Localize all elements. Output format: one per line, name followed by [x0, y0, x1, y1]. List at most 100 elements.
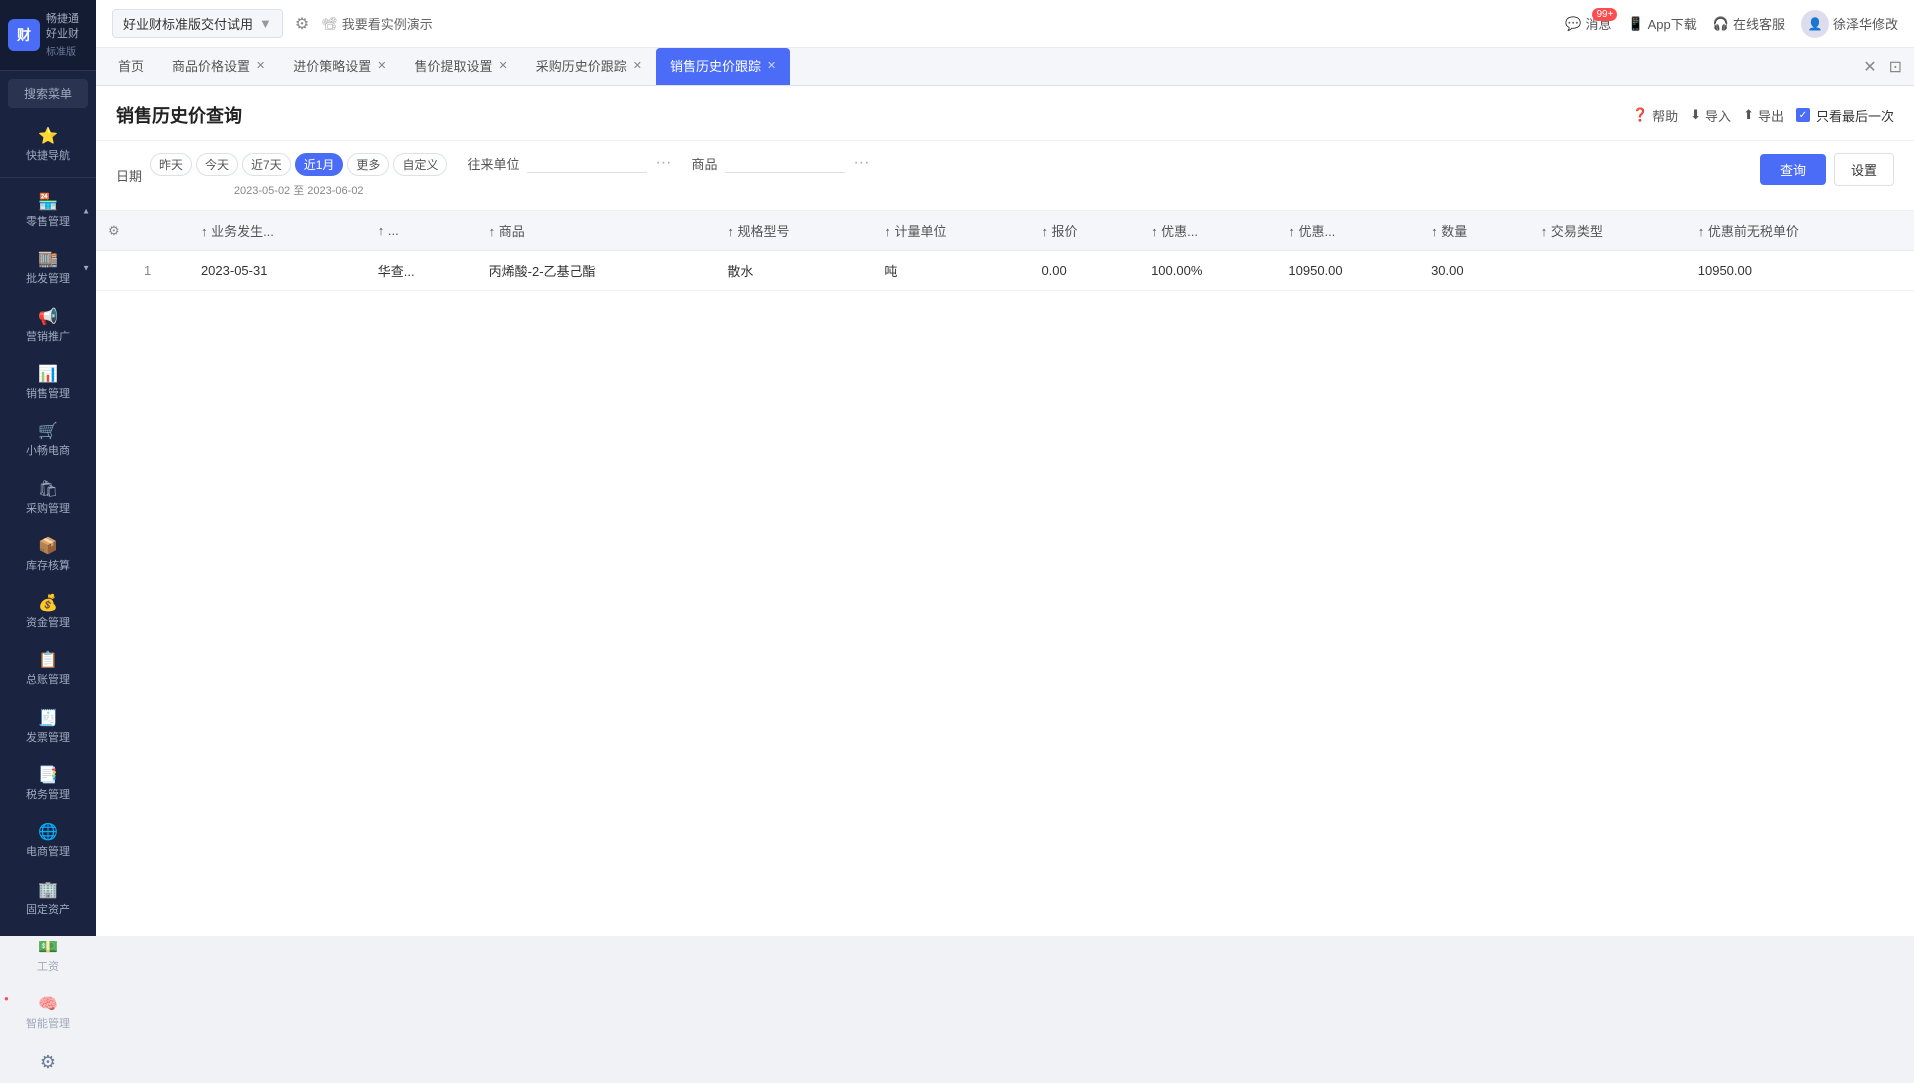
version-selector[interactable]: 好业财标准版交付试用 ▼	[112, 9, 283, 38]
sidebar-settings-button[interactable]: ⚙	[0, 1042, 96, 1083]
source-unit-input[interactable]	[527, 153, 647, 173]
online-service-button[interactable]: 🎧 在线客服	[1713, 14, 1785, 33]
data-table: ⚙ ↑ 业务发生... ↑ ... ↑ 商品 ↑ 规格	[96, 211, 1914, 291]
only-last-checkbox-wrap[interactable]: ✓ 只看最后一次	[1796, 106, 1894, 125]
sidebar-item-sales[interactable]: 📊 销售管理	[0, 354, 96, 411]
only-last-checkbox[interactable]: ✓	[1796, 108, 1810, 122]
th-trade-type[interactable]: ↑ 交易类型	[1529, 211, 1686, 251]
tab-home-label: 首页	[118, 56, 144, 75]
th-quantity[interactable]: ↑ 数量	[1419, 211, 1529, 251]
sales-label: 销售管理	[26, 387, 70, 401]
demo-button[interactable]: 📽 我要看实例演示	[321, 14, 433, 33]
messages-button[interactable]: 💬 消息 99+	[1565, 14, 1611, 33]
export-button[interactable]: ⬆ 导出	[1743, 106, 1784, 125]
th-spec[interactable]: ↑ 规格型号	[715, 211, 872, 251]
settings-icon: ⚙	[40, 1052, 56, 1073]
main-area: 好业财标准版交付试用 ▼ ⚙ 📽 我要看实例演示 💬 消息 99+ 📱 App下…	[96, 0, 1914, 936]
tab-sales-history-label: 销售历史价跟踪	[670, 56, 761, 75]
th-spec-label: ↑ 规格型号	[727, 224, 789, 239]
tab-price-extract-close[interactable]: ✕	[499, 59, 508, 72]
tab-purchase-history[interactable]: 采购历史价跟踪 ✕	[522, 48, 656, 85]
th-discount-amt[interactable]: ↑ 优惠...	[1276, 211, 1419, 251]
sidebar-divider-1	[0, 177, 96, 178]
date-btn-custom[interactable]: 自定义	[393, 153, 447, 176]
cell-business-date: 2023-05-31	[189, 251, 366, 291]
sidebar-item-retail[interactable]: 🏪 零售管理	[0, 182, 96, 239]
sidebar-item-smart[interactable]: 🧠 智能管理	[0, 984, 96, 1041]
date-btn-7days[interactable]: 近7天	[242, 153, 291, 176]
tab-product-price[interactable]: 商品价格设置 ✕	[158, 48, 279, 85]
cell-quantity: 30.00	[1419, 251, 1529, 291]
th-business-date[interactable]: ↑ 业务发生...	[189, 211, 366, 251]
sidebar-item-finance[interactable]: 💰 资金管理	[0, 583, 96, 640]
source-unit-label: 往来单位	[467, 154, 519, 173]
product-input[interactable]	[725, 153, 845, 173]
tab-expand-button[interactable]: ⊡	[1885, 53, 1906, 81]
logo-sub: 标准版	[46, 43, 88, 58]
tab-price-extract[interactable]: 售价提取设置 ✕	[400, 48, 521, 85]
marketing-label: 营销推广	[26, 330, 70, 344]
date-btn-today[interactable]: 今天	[196, 153, 238, 176]
date-btn-yesterday[interactable]: 昨天	[150, 153, 192, 176]
filter-actions: 查询 设置	[1760, 153, 1894, 186]
tab-purchase-strategy[interactable]: 进价策略设置 ✕	[279, 48, 400, 85]
th-discount-pct[interactable]: ↑ 优惠...	[1139, 211, 1276, 251]
source-unit-filter-group: 往来单位 ···	[467, 153, 671, 173]
fixed-assets-icon: 🏢	[38, 880, 58, 900]
th-price[interactable]: ↑ 报价	[1029, 211, 1139, 251]
tab-purchase-history-close[interactable]: ✕	[633, 59, 642, 72]
sidebar-item-tax[interactable]: 📑 税务管理	[0, 755, 96, 812]
retail-icon: 🏪	[38, 192, 58, 212]
date-btn-more[interactable]: 更多	[347, 153, 389, 176]
sidebar-item-invoice[interactable]: 🧾 发票管理	[0, 698, 96, 755]
tab-home[interactable]: 首页	[104, 48, 158, 85]
settings-button[interactable]: 设置	[1834, 153, 1894, 186]
smart-label: 智能管理	[26, 1017, 70, 1031]
app-download-button[interactable]: 📱 App下载	[1627, 14, 1696, 33]
th-more[interactable]: ↑ ...	[366, 211, 477, 251]
accounting-icon: 📋	[38, 650, 58, 670]
search-menu-button[interactable]: 搜索菜单	[8, 79, 88, 108]
th-gear: ⚙	[96, 211, 132, 251]
tab-purchase-strategy-close[interactable]: ✕	[377, 59, 386, 72]
sidebar-item-ecommerce[interactable]: 🌐 电商管理	[0, 812, 96, 869]
cell-unit: 吨	[872, 251, 1029, 291]
th-unit[interactable]: ↑ 计量单位	[872, 211, 1029, 251]
topbar-settings-icon[interactable]: ⚙	[295, 14, 309, 34]
help-button[interactable]: ❓ 帮助	[1632, 106, 1678, 125]
column-settings-icon[interactable]: ⚙	[108, 223, 120, 238]
th-pretax-price[interactable]: ↑ 优惠前无税单价	[1686, 211, 1914, 251]
sidebar-item-quick-nav[interactable]: ⭐ 快捷导航	[0, 116, 96, 173]
sidebar-item-wholesale[interactable]: 🏬 批发管理	[0, 239, 96, 296]
tax-icon: 📑	[38, 765, 58, 785]
source-unit-dots[interactable]: ···	[655, 154, 671, 172]
sidebar-item-inventory[interactable]: 📦 库存核算	[0, 526, 96, 583]
user-menu-button[interactable]: 👤 徐泽华修改	[1801, 10, 1898, 38]
cell-discount-amt: 10950.00	[1276, 251, 1419, 291]
sidebar-item-marketing[interactable]: 📢 营销推广	[0, 297, 96, 354]
sidebar-item-ecommerce-small[interactable]: 🛒 小畅电商	[0, 411, 96, 468]
tab-sales-history[interactable]: 销售历史价跟踪 ✕	[656, 48, 790, 85]
tab-close-button[interactable]: ✕	[1859, 53, 1880, 81]
topbar-right: 💬 消息 99+ 📱 App下载 🎧 在线客服 👤 徐泽华修改	[1565, 10, 1898, 38]
page-header: 销售历史价查询 ❓ 帮助 ⬇ 导入 ⬆ 导出 ✓ 只看最后一次	[96, 86, 1914, 141]
th-pretax-price-label: ↑ 优惠前无税单价	[1698, 224, 1799, 239]
filter-bar: 日期 昨天 今天 近7天 近1月 更多 自定义 2023-05-02 至 202…	[96, 141, 1914, 211]
logo-icon: 财	[8, 19, 40, 51]
sidebar-item-accounting[interactable]: 📋 总账管理	[0, 640, 96, 697]
date-btn-1month[interactable]: 近1月	[295, 153, 344, 176]
version-dropdown-arrow: ▼	[259, 16, 272, 31]
sidebar-item-purchase[interactable]: 🛍 采购管理	[0, 469, 96, 526]
sidebar-item-fixed-assets[interactable]: 🏢 固定资产	[0, 870, 96, 927]
th-product[interactable]: ↑ 商品	[477, 211, 716, 251]
tab-sales-history-close[interactable]: ✕	[767, 59, 776, 72]
th-more-label: ↑ ...	[378, 223, 399, 238]
product-dots[interactable]: ···	[853, 154, 869, 172]
import-button[interactable]: ⬇ 导入	[1690, 106, 1731, 125]
query-button[interactable]: 查询	[1760, 154, 1826, 185]
tab-product-price-close[interactable]: ✕	[256, 59, 265, 72]
tab-purchase-strategy-label: 进价策略设置	[293, 56, 371, 75]
headset-icon: 🎧	[1713, 16, 1729, 32]
table-body: 1 2023-05-31 华查... 丙烯酸-2-乙基己酯 散水 吨 0.00 …	[96, 251, 1914, 291]
inventory-label: 库存核算	[26, 559, 70, 573]
